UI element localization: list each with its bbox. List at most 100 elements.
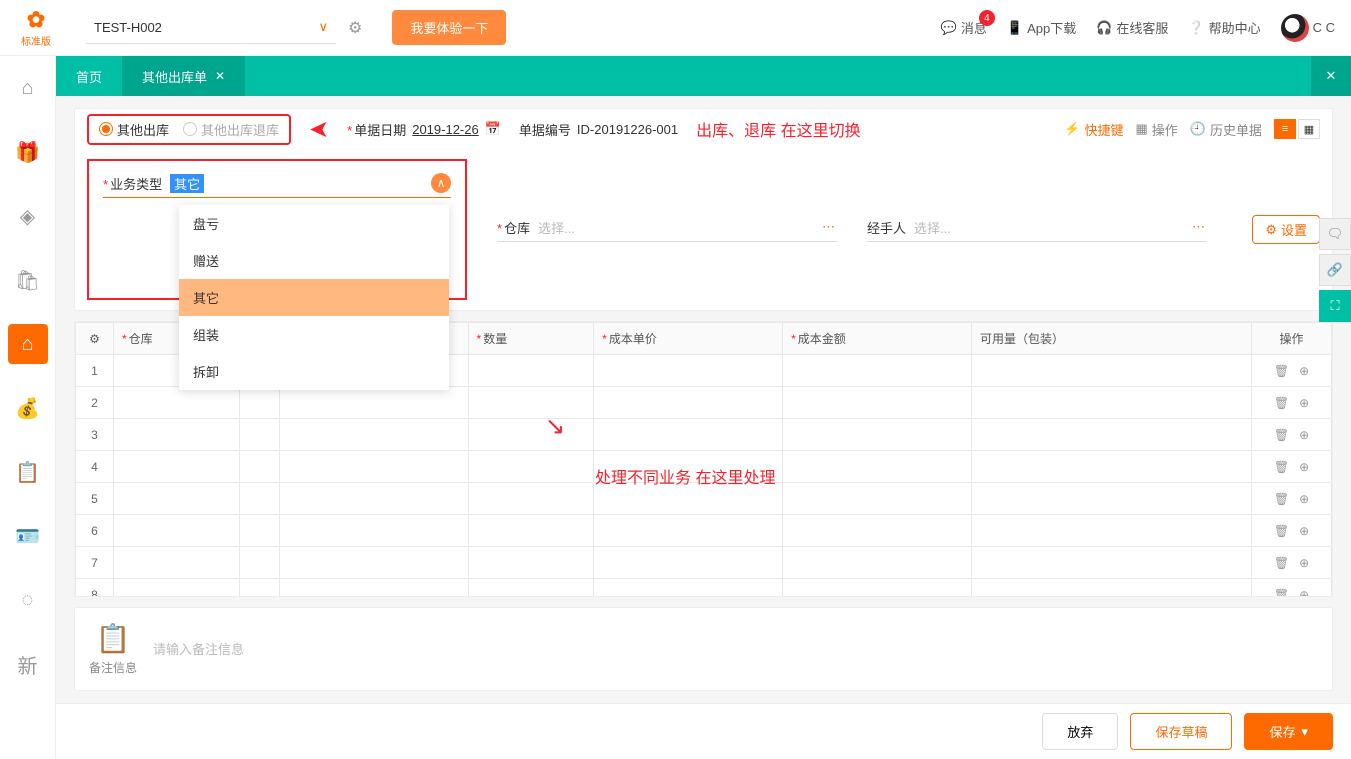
remark-icon-wrap: 📋 备注信息 xyxy=(89,622,137,676)
mode-row: 其他出库 其他出库退库 ➤ *单据日期 2019-12-26 📅 xyxy=(75,109,1332,149)
nav-warehouse-icon[interactable]: ⌂ xyxy=(8,324,48,364)
table-row[interactable]: 6 🗑 ⊕ xyxy=(76,515,1332,547)
grid-icon: ▦ xyxy=(1135,121,1147,137)
discard-button[interactable]: 放弃 xyxy=(1042,713,1118,750)
doc-no-field: 单据编号 ID-20191226-001 xyxy=(519,120,678,139)
history-link[interactable]: 🕘历史单据 xyxy=(1190,120,1262,139)
table-row[interactable]: 7 🗑 ⊕ xyxy=(76,547,1332,579)
nav-refresh-icon[interactable]: ◌ xyxy=(8,580,48,620)
delete-icon[interactable]: 🗑 xyxy=(1274,428,1289,442)
save-draft-button[interactable]: 保存草稿 xyxy=(1130,713,1232,750)
row-ops: 🗑 ⊕ xyxy=(1252,355,1332,387)
nav-diamond-icon[interactable]: ◈ xyxy=(8,196,48,236)
th-qty: *数量 xyxy=(468,323,594,355)
app-download-link[interactable]: 📱 App下载 xyxy=(1007,18,1076,37)
phone-icon: 📱 xyxy=(1007,20,1023,36)
nav-clipboard-icon[interactable]: 📋 xyxy=(8,452,48,492)
view-grid-icon[interactable]: ▦ xyxy=(1298,119,1320,139)
delete-icon[interactable]: 🗑 xyxy=(1274,556,1289,570)
close-all-tabs[interactable]: ✕ xyxy=(1311,56,1351,96)
online-cs-link[interactable]: 🎧 在线客服 xyxy=(1096,18,1168,37)
row-number: 1 xyxy=(76,355,114,387)
side-nav: ⌂ 🎁 ◈ 🛍 ⌂ 💰 📋 🪪 ◌ 新 xyxy=(0,56,56,759)
delete-icon[interactable]: 🗑 xyxy=(1274,460,1289,474)
save-button[interactable]: 保存 ▾ xyxy=(1244,713,1333,750)
row-number: 7 xyxy=(76,547,114,579)
delete-icon[interactable]: 🗑 xyxy=(1274,396,1289,410)
edition-label: 标准版 xyxy=(21,33,51,48)
add-icon[interactable]: ⊕ xyxy=(1299,396,1309,410)
project-select[interactable]: TEST-H002 ∨ xyxy=(86,12,336,44)
history-icon: 🕘 xyxy=(1190,121,1206,137)
nav-bag-icon[interactable]: 🛍 xyxy=(8,260,48,300)
add-icon[interactable]: ⊕ xyxy=(1299,364,1309,378)
date-label: *单据日期 xyxy=(347,120,406,139)
nav-new-icon[interactable]: 新 xyxy=(8,644,48,684)
messages-link[interactable]: 💬 消息 4 xyxy=(941,18,987,37)
main-area: 首页 其他出库单 ✕ ✕ 其他出库 xyxy=(56,56,1351,759)
radio-return-label: 其他出库退库 xyxy=(201,120,279,139)
nav-contact-icon[interactable]: 🪪 xyxy=(8,516,48,556)
warehouse-placeholder: 选择... xyxy=(538,218,575,237)
view-toggle: ≡ ▦ xyxy=(1274,119,1320,139)
annotation-1: 出库、退库 在这里切换 xyxy=(696,117,860,141)
view-list-icon[interactable]: ≡ xyxy=(1274,119,1296,139)
message-badge: 4 xyxy=(979,10,995,26)
radio-return[interactable]: 其他出库退库 xyxy=(183,120,279,139)
settings-icon[interactable]: ⚙ xyxy=(348,18,362,38)
add-icon[interactable]: ⊕ xyxy=(1299,524,1309,538)
dropdown-item-zuzhuang[interactable]: 组装 xyxy=(179,316,449,353)
remark-card: 📋 备注信息 xyxy=(74,607,1333,691)
operate-link[interactable]: ▦操作 xyxy=(1135,120,1177,139)
calendar-icon[interactable]: 📅 xyxy=(485,121,501,137)
doc-no-label: 单据编号 xyxy=(519,120,571,139)
add-icon[interactable]: ⊕ xyxy=(1299,460,1309,474)
table-row[interactable]: 2 🗑 ⊕ xyxy=(76,387,1332,419)
biztype-select[interactable]: *业务类型 其它 ∧ xyxy=(103,171,451,198)
doc-no-value: ID-20191226-001 xyxy=(577,122,678,137)
remark-input[interactable] xyxy=(153,642,1318,657)
row-number: 5 xyxy=(76,483,114,515)
dropdown-item-zengsong[interactable]: 赠送 xyxy=(179,242,449,279)
table-row[interactable]: 3 🗑 ⊕ xyxy=(76,419,1332,451)
delete-icon[interactable]: 🗑 xyxy=(1274,524,1289,538)
nav-home-icon[interactable]: ⌂ xyxy=(8,68,48,108)
more-icon[interactable]: ⋯ xyxy=(822,219,837,235)
content: 其他出库 其他出库退库 ➤ *单据日期 2019-12-26 📅 xyxy=(56,96,1351,703)
toolbar-right: ⚡快捷键 ▦操作 🕘历史单据 ≡ ▦ xyxy=(1064,119,1320,139)
add-icon[interactable]: ⊕ xyxy=(1299,588,1309,598)
biztype-label: *业务类型 xyxy=(103,174,162,193)
nav-money-icon[interactable]: 💰 xyxy=(8,388,48,428)
row-ops: 🗑 ⊕ xyxy=(1252,483,1332,515)
tool-expand-icon[interactable]: ⛶ xyxy=(1319,290,1351,322)
add-icon[interactable]: ⊕ xyxy=(1299,556,1309,570)
table-row[interactable]: 8 🗑 ⊕ xyxy=(76,579,1332,598)
dropdown-item-pankui[interactable]: 盘亏 xyxy=(179,205,449,242)
more-icon-2[interactable]: ⋯ xyxy=(1192,219,1207,235)
chevron-up-icon[interactable]: ∧ xyxy=(431,173,451,193)
th-gear[interactable]: ⚙ xyxy=(76,323,114,355)
tool-comment-icon[interactable]: 🗨 xyxy=(1319,218,1351,250)
settings-button[interactable]: ⚙ 设置 xyxy=(1252,215,1320,244)
delete-icon[interactable]: 🗑 xyxy=(1274,588,1289,598)
warehouse-select[interactable]: *仓库 选择... ⋯ xyxy=(497,218,837,242)
nav-gift-icon[interactable]: 🎁 xyxy=(8,132,48,172)
delete-icon[interactable]: 🗑 xyxy=(1274,492,1289,506)
dropdown-item-chaixie[interactable]: 拆卸 xyxy=(179,353,449,390)
tab-home[interactable]: 首页 xyxy=(56,56,122,96)
date-field[interactable]: *单据日期 2019-12-26 📅 xyxy=(347,120,501,139)
shortcut-link[interactable]: ⚡快捷键 xyxy=(1064,120,1123,139)
user-menu[interactable]: C C xyxy=(1281,14,1335,42)
add-icon[interactable]: ⊕ xyxy=(1299,428,1309,442)
radio-outbound[interactable]: 其他出库 xyxy=(99,120,169,139)
dropdown-item-qita[interactable]: 其它 xyxy=(179,279,449,316)
row-number: 4 xyxy=(76,451,114,483)
tool-link-icon[interactable]: 🔗 xyxy=(1319,254,1351,286)
add-icon[interactable]: ⊕ xyxy=(1299,492,1309,506)
close-icon[interactable]: ✕ xyxy=(215,69,225,83)
tab-other-outbound[interactable]: 其他出库单 ✕ xyxy=(122,56,245,96)
help-center-link[interactable]: ❔ 帮助中心 xyxy=(1188,18,1260,37)
delete-icon[interactable]: 🗑 xyxy=(1274,364,1289,378)
handler-select[interactable]: 经手人 选择... ⋯ xyxy=(867,218,1207,242)
experience-button[interactable]: 我要体验一下 xyxy=(392,10,506,45)
